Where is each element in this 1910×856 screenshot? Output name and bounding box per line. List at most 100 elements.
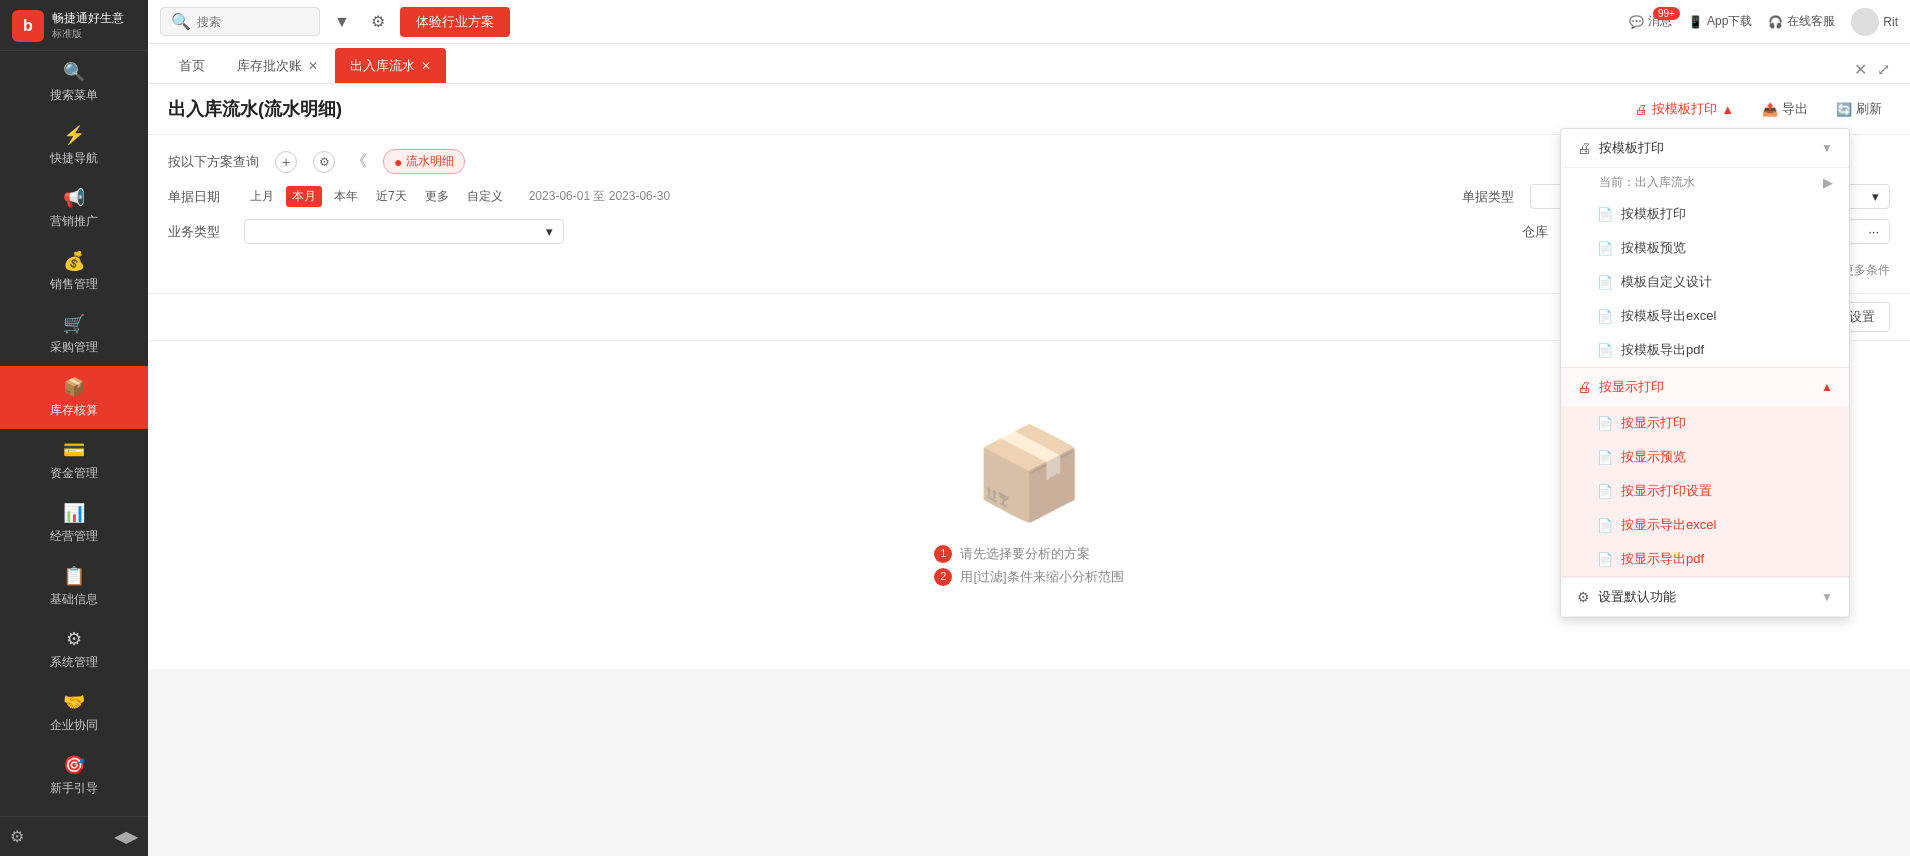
current-template-label: 当前：出入库流水 [1577,174,1695,191]
dp-item-display_export_pdf[interactable]: 📄按显示导出pdf [1561,542,1849,576]
bill-type-label: 单据类型 [1462,188,1522,206]
empty-steps: 1 请先选择要分析的方案 2 用[过滤]条件来缩小分析范围 [934,542,1123,589]
sidebar-label-sales: 销售管理 [50,276,98,293]
messages-btn[interactable]: 💬 消息 99+ [1629,13,1672,30]
sidebar-label-guide: 新手引导 [50,780,98,797]
sidebar-label-purchase: 采购管理 [50,339,98,356]
sidebar-bottom: ⚙ ◀▶ [0,816,148,856]
dp-item-icon-template_print: 📄 [1597,207,1613,222]
dp-item-display_export_excel[interactable]: 📄按显示导出excel [1561,508,1849,542]
sidebar-item-sales[interactable]: 💰 销售管理 [0,240,148,303]
export-icon: 📤 [1762,102,1778,117]
dp-item-template_custom[interactable]: 📄模板自定义设计 [1561,265,1849,299]
collapse-sidebar-icon[interactable]: ◀▶ [114,827,138,846]
tab-label-home: 首页 [179,57,205,75]
tab-flow[interactable]: 出入库流水✕ [335,48,446,83]
settings-icon[interactable]: ⚙ [10,827,24,846]
dp-item-template_preview[interactable]: 📄按模板预览 [1561,231,1849,265]
dp-item-template_export_excel[interactable]: 📄按模板导出excel [1561,299,1849,333]
page-title: 出入库流水(流水明细) [168,97,342,133]
sidebar-item-finance[interactable]: 💳 资金管理 [0,429,148,492]
date-opt-this_year[interactable]: 本年 [328,186,364,207]
biz-type-label: 业务类型 [168,223,228,241]
sidebar-item-marketing[interactable]: 📢 营销推广 [0,177,148,240]
sidebar-icon-inventory: 📦 [63,376,85,398]
sidebar-item-guide[interactable]: 🎯 新手引导 [0,744,148,807]
sidebar-item-search[interactable]: 🔍 搜索菜单 [0,51,148,114]
app-name: 畅捷通好生意 [52,11,124,27]
biz-type-select[interactable]: ▾ [244,219,564,244]
dp-item-label-display_preview: 按显示预览 [1621,448,1686,466]
current-chevron: ▶ [1823,175,1833,190]
current-template-row: 当前：出入库流水 ▶ [1561,168,1849,197]
app-download-label: App下载 [1707,13,1752,30]
sidebar-label-marketing: 营销推广 [50,213,98,230]
sidebar-item-shortcut[interactable]: ⚡ 快捷导航 [0,114,148,177]
filter-add-btn[interactable]: + [275,151,297,173]
tab-home[interactable]: 首页 [164,48,220,83]
chevron-down-icon-2: ▾ [546,224,553,239]
date-range: 2023-06-01 至 2023-06-30 [529,188,670,205]
template-section-chevron: ▼ [1821,141,1833,155]
sidebar-item-coop[interactable]: 🤝 企业协同 [0,681,148,744]
template-print-section-header[interactable]: 🖨 按模板打印 ▼ [1561,129,1849,168]
tab-label-batch: 库存批次账 [237,57,302,75]
default-func-row[interactable]: ⚙ 设置默认功能 ▼ [1561,577,1849,617]
sidebar: b 畅捷通好生意 标准版 🔍 搜索菜单 ⚡ 快捷导航 📢 营销推广 💰 销售管理… [0,0,148,856]
expand-tabs-btn[interactable]: ⤢ [1873,56,1894,83]
dp-item-label-template_preview: 按模板预览 [1621,239,1686,257]
sidebar-icon-marketing: 📢 [63,187,85,209]
tab-batch[interactable]: 库存批次账 ✕ [222,48,333,83]
tab-close-flow[interactable]: ✕ [421,59,431,73]
export-btn[interactable]: 📤 导出 [1754,96,1816,122]
sidebar-label-inventory: 库存核算 [50,402,98,419]
app-download-btn[interactable]: 📱 App下载 [1688,13,1752,30]
sidebar-item-operation[interactable]: 📊 经营管理 [0,492,148,555]
sidebar-icon-purchase: 🛒 [63,313,85,335]
dp-item-template_export_pdf[interactable]: 📄按模板导出pdf [1561,333,1849,367]
display-print-section-header[interactable]: 🖨 按显示打印 ▲ [1561,368,1849,406]
sidebar-icon-sales: 💰 [63,250,85,272]
filter-collapse-left-btn[interactable]: 《 [351,151,367,172]
date-opt-more[interactable]: 更多 [419,186,455,207]
date-opt-last_month[interactable]: 上月 [244,186,280,207]
dropdown-arrow-btn[interactable]: ▼ [328,8,356,36]
customer-service-btn[interactable]: 🎧 在线客服 [1768,13,1835,30]
default-func-label: 设置默认功能 [1598,588,1676,606]
settings-gear-btn[interactable]: ⚙ [364,8,392,36]
dp-item-template_print[interactable]: 📄按模板打印 [1561,197,1849,231]
phone-icon: 📱 [1688,15,1703,29]
dp-item-label-display_print_settings: 按显示打印设置 [1621,482,1712,500]
display-print-section-label: 按显示打印 [1599,378,1664,396]
user-avatar-area[interactable]: Rit [1851,8,1898,36]
sidebar-item-basic[interactable]: 📋 基础信息 [0,555,148,618]
print-template-btn[interactable]: 🖨 按模板打印 ▲ [1627,96,1742,122]
sidebar-item-inventory[interactable]: 📦 库存核算 [0,366,148,429]
sidebar-label-operation: 经营管理 [50,528,98,545]
close-all-tabs-btn[interactable]: ✕ [1850,56,1871,83]
filter-tag[interactable]: ● 流水明细 [383,149,465,174]
sidebar-label-search: 搜索菜单 [50,87,98,104]
dp-item-label-display_export_pdf: 按显示导出pdf [1621,550,1704,568]
search-input[interactable] [197,15,309,29]
dp-item-display_print[interactable]: 📄按显示打印 [1561,406,1849,440]
logo-icon: b [12,10,44,42]
sidebar-item-system[interactable]: ⚙ 系统管理 [0,618,148,681]
date-opt-custom[interactable]: 自定义 [461,186,509,207]
sidebar-icon-system: ⚙ [66,628,82,650]
refresh-btn[interactable]: 🔄 刷新 [1828,96,1890,122]
industry-btn[interactable]: 体验行业方案 [400,7,510,37]
step-2-text: 用[过滤]条件来缩小分析范围 [960,565,1123,588]
topbar-search-box[interactable]: 🔍 [160,7,320,36]
dp-item-display_preview[interactable]: 📄按显示预览 [1561,440,1849,474]
date-opt-this_month[interactable]: 本月 [286,186,322,207]
display-section-chevron: ▲ [1821,380,1833,394]
sidebar-item-appstore[interactable]: 🏪 应用中心 [0,807,148,816]
tab-close-batch[interactable]: ✕ [308,59,318,73]
sidebar-item-purchase[interactable]: 🛒 采购管理 [0,303,148,366]
sidebar-icon-finance: 💳 [63,439,85,461]
date-opt-last7[interactable]: 近7天 [370,186,413,207]
filter-setting-btn[interactable]: ⚙ [313,151,335,173]
sidebar-icon-shortcut: ⚡ [63,124,85,146]
dp-item-display_print_settings[interactable]: 📄按显示打印设置 [1561,474,1849,508]
